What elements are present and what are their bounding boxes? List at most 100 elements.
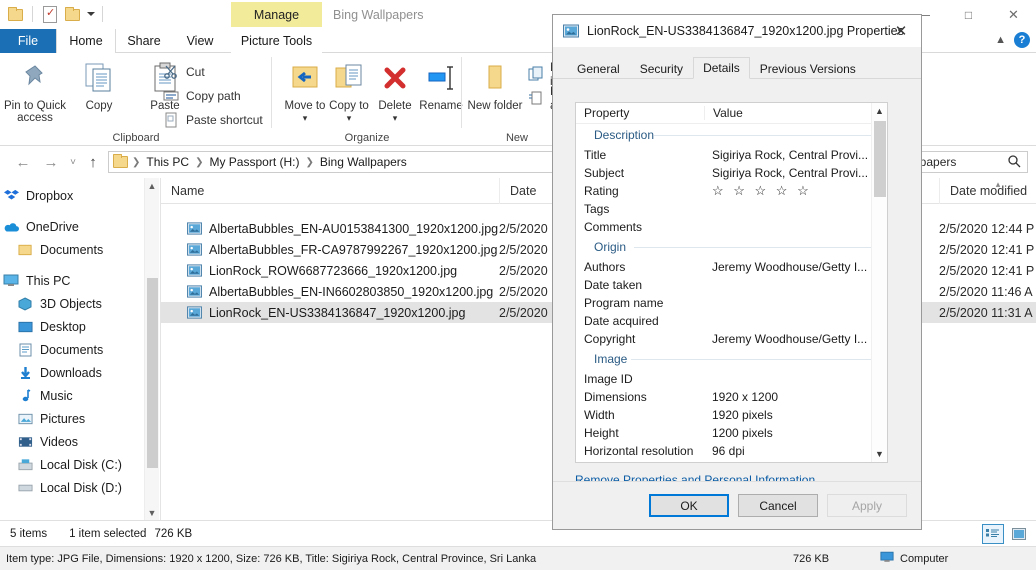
tab-previous-versions[interactable]: Previous Versions xyxy=(750,58,866,79)
search-icon[interactable] xyxy=(1007,154,1021,171)
collapse-ribbon-icon[interactable]: ▲ xyxy=(995,34,1006,46)
property-row-title[interactable]: Title Sigiriya Rock, Central Provi... xyxy=(576,146,887,164)
dropdown-caret-icon[interactable] xyxy=(87,12,95,16)
property-key: Subject xyxy=(584,166,625,180)
sidebar-item-documents[interactable]: Documents xyxy=(0,338,160,361)
copy-path-button[interactable]: Copy path xyxy=(162,85,241,107)
column-header-name[interactable]: Name xyxy=(161,178,491,204)
help-icon[interactable]: ? xyxy=(1014,32,1030,48)
manage-contextual-tab[interactable]: Manage xyxy=(231,2,322,27)
new-folder-icon xyxy=(464,58,526,98)
navigation-pane[interactable]: Dropbox OneDrive Documents This PC 3D Ob… xyxy=(0,178,160,520)
sidebar-item-onedrive-documents[interactable]: Documents xyxy=(0,238,160,261)
sidebar-item-pictures[interactable]: Pictures xyxy=(0,407,160,430)
scrollbar-thumb[interactable] xyxy=(147,278,158,468)
property-row-comments[interactable]: Comments xyxy=(576,218,887,236)
sidebar-item-videos[interactable]: Videos xyxy=(0,430,160,453)
sidebar-item-downloads[interactable]: Downloads xyxy=(0,361,160,384)
up-button[interactable]: ↑ xyxy=(82,152,104,172)
folder-icon[interactable] xyxy=(6,5,25,24)
new-folder-icon[interactable] xyxy=(63,5,82,24)
scroll-down-icon[interactable]: ▼ xyxy=(145,505,159,520)
details-view-icon[interactable] xyxy=(982,524,1004,544)
sidebar-label-music: Music xyxy=(40,388,73,403)
sidebar-item-music[interactable]: Music xyxy=(0,384,160,407)
paste-shortcut-button[interactable]: Paste shortcut xyxy=(162,109,263,131)
property-row-authors[interactable]: Authors Jeremy Woodhouse/Getty I... xyxy=(576,258,887,276)
cut-button[interactable]: Cut xyxy=(162,61,205,83)
organize-group-label: Organize xyxy=(344,132,390,144)
back-button[interactable]: ← xyxy=(12,152,34,172)
ok-label: OK xyxy=(680,498,698,513)
column-header-date-modified[interactable]: Date modified xyxy=(939,178,1036,204)
property-row-height[interactable]: Height 1200 pixels xyxy=(576,424,887,442)
tab-security[interactable]: Security xyxy=(630,58,693,79)
property-value: Sigiriya Rock, Central Provi... xyxy=(712,148,869,162)
property-list-scrollbar[interactable]: ▲ ▼ xyxy=(871,103,887,462)
property-row-rating[interactable]: Rating ☆ ☆ ☆ ☆ ☆ xyxy=(576,182,887,200)
image-file-icon xyxy=(183,243,205,256)
property-row-program-name[interactable]: Program name xyxy=(576,294,887,312)
sidebar-item-local-disk-d[interactable]: Local Disk (D:) xyxy=(0,476,160,499)
scroll-down-icon[interactable]: ▼ xyxy=(872,446,887,462)
tab-picture-tools[interactable]: Picture Tools xyxy=(231,29,322,53)
tab-view[interactable]: View xyxy=(172,29,228,53)
delete-caret-icon[interactable]: ▾ xyxy=(393,113,398,123)
property-row-date-taken[interactable]: Date taken xyxy=(576,276,887,294)
tab-details[interactable]: Details xyxy=(693,57,750,79)
pin-to-quick-access-button[interactable]: Pin to Quick access xyxy=(4,58,66,124)
sidebar-label-local-disk-c: Local Disk (C:) xyxy=(40,457,122,472)
property-row-date-acquired[interactable]: Date acquired xyxy=(576,312,887,330)
property-list[interactable]: Property Value Description Title Sigiriy… xyxy=(575,102,888,463)
pin-icon xyxy=(4,58,66,98)
property-row-width[interactable]: Width 1920 pixels xyxy=(576,406,887,424)
property-row-dimensions[interactable]: Dimensions 1920 x 1200 xyxy=(576,388,887,406)
maximize-button[interactable]: □ xyxy=(946,0,991,29)
rating-stars-icon[interactable]: ☆ ☆ ☆ ☆ ☆ xyxy=(704,183,812,199)
search-input[interactable]: lpapers xyxy=(910,151,1028,173)
close-icon[interactable]: ✕ xyxy=(881,15,921,47)
scroll-up-icon[interactable]: ▲ xyxy=(872,103,887,119)
sidebar-label-dropbox: Dropbox xyxy=(26,188,74,203)
copy-to-caret-icon[interactable]: ▾ xyxy=(347,113,352,123)
copy-icon xyxy=(68,58,130,98)
navigation-pane-scrollbar[interactable]: ▲ ▼ xyxy=(144,178,159,520)
documents-icon xyxy=(14,343,36,357)
breadcrumb-this-pc[interactable]: This PC xyxy=(142,155,193,169)
breadcrumb-my-passport[interactable]: My Passport (H:) xyxy=(205,155,303,169)
tab-file[interactable]: File xyxy=(0,29,56,53)
property-key: Tags xyxy=(584,202,610,216)
file-date: 2/5/2020 xyxy=(499,221,548,236)
property-row-copyright[interactable]: Copyright Jeremy Woodhouse/Getty I... xyxy=(576,330,887,348)
sidebar-item-3d-objects[interactable]: 3D Objects xyxy=(0,292,160,315)
close-window-button[interactable]: ✕ xyxy=(991,0,1036,29)
property-row-subject[interactable]: Subject Sigiriya Rock, Central Provi... xyxy=(576,164,887,182)
sidebar-item-desktop[interactable]: Desktop xyxy=(0,315,160,338)
move-to-caret-icon[interactable]: ▾ xyxy=(303,113,308,123)
properties-icon[interactable] xyxy=(40,5,59,24)
ok-button[interactable]: OK xyxy=(649,494,729,517)
sidebar-item-dropbox[interactable]: Dropbox xyxy=(0,184,160,207)
tab-share[interactable]: Share xyxy=(116,29,172,53)
breadcrumb-bing-wallpapers[interactable]: Bing Wallpapers xyxy=(316,155,411,169)
property-row-image-id[interactable]: Image ID xyxy=(576,370,887,388)
scroll-up-icon[interactable]: ▲ xyxy=(145,178,159,193)
sidebar-item-this-pc[interactable]: This PC xyxy=(0,269,160,292)
property-row-tags[interactable]: Tags xyxy=(576,200,887,218)
image-file-icon xyxy=(563,24,579,38)
sidebar-label-videos: Videos xyxy=(40,434,78,449)
file-date: 2/5/2020 xyxy=(499,284,548,299)
cancel-button[interactable]: Cancel xyxy=(738,494,818,517)
forward-button[interactable]: → xyxy=(40,152,62,172)
section-image-label: Image xyxy=(594,352,628,366)
scrollbar-thumb[interactable] xyxy=(874,121,886,197)
large-icons-view-icon[interactable] xyxy=(1008,524,1030,544)
tab-home[interactable]: Home xyxy=(56,29,116,53)
sidebar-item-local-disk-c[interactable]: Local Disk (C:) xyxy=(0,453,160,476)
sidebar-item-onedrive[interactable]: OneDrive xyxy=(0,215,160,238)
copy-button[interactable]: Copy xyxy=(68,58,130,112)
recent-locations-button[interactable]: ˅ xyxy=(62,152,84,172)
property-row-horizontal-resolution[interactable]: Horizontal resolution 96 dpi xyxy=(576,442,887,460)
new-folder-button[interactable]: New folder xyxy=(464,58,526,112)
tab-general[interactable]: General xyxy=(567,58,630,79)
